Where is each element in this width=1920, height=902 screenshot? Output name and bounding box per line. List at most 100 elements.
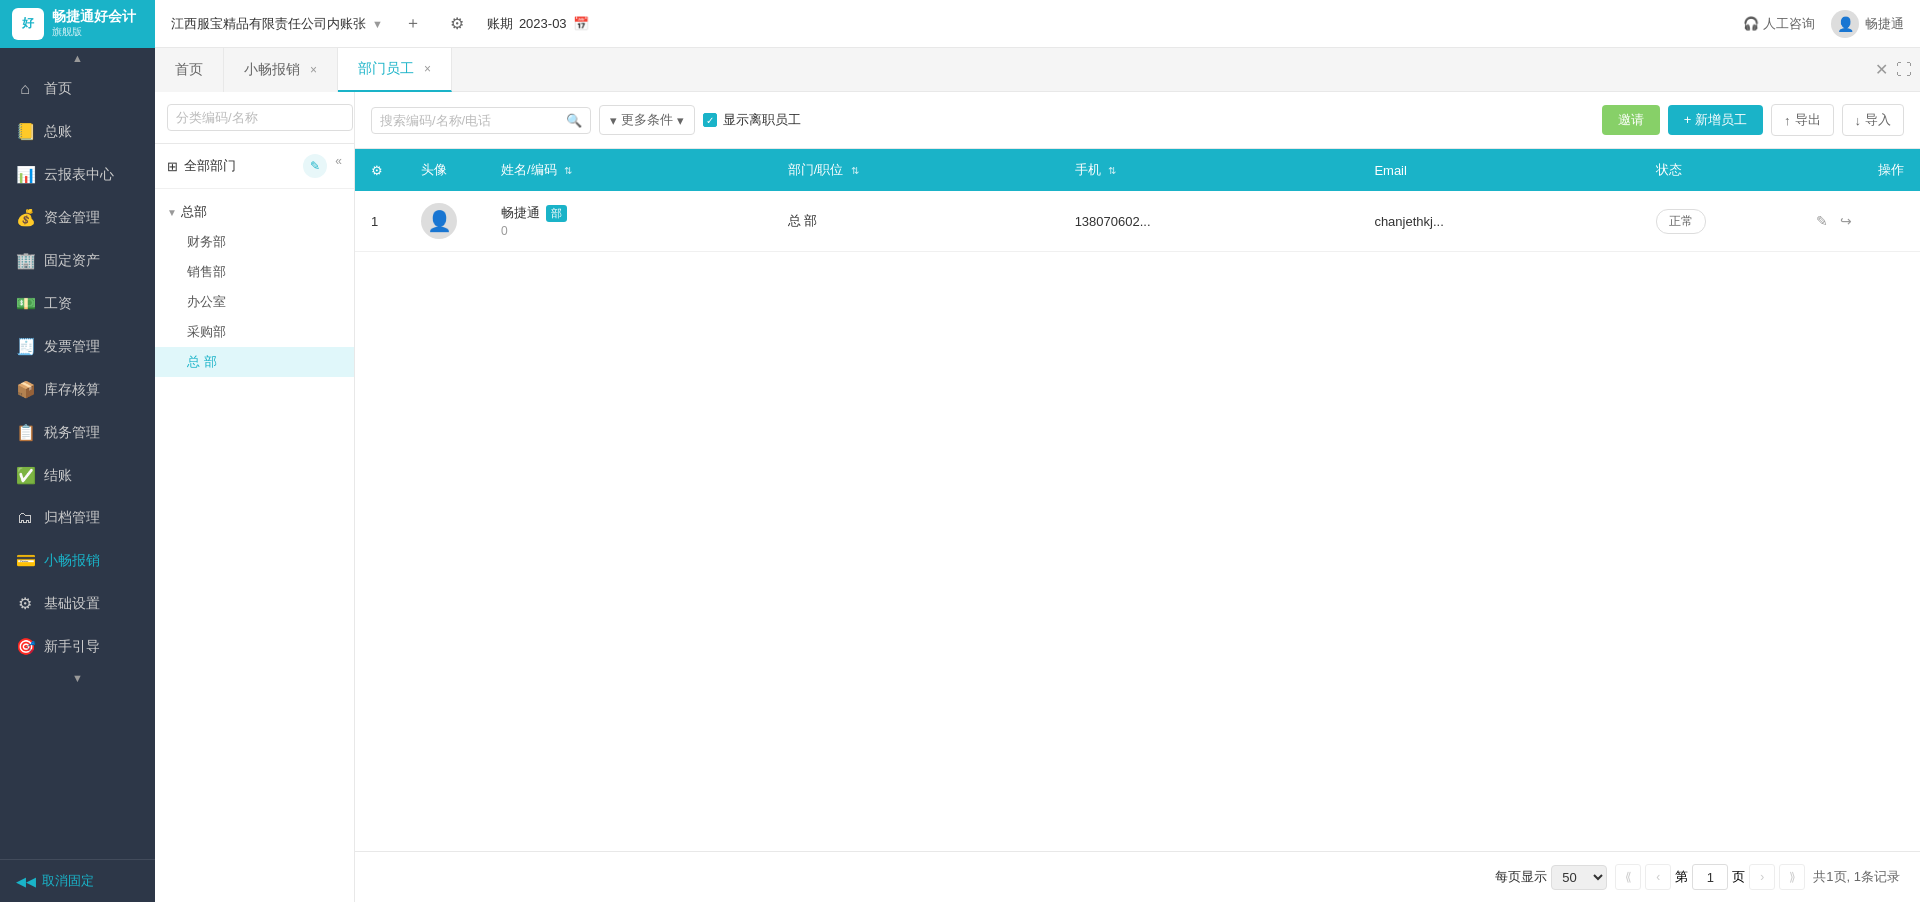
sidebar-item-expense[interactable]: 💳 小畅报销 <box>0 539 155 582</box>
page-nav: ⟪ ‹ 第 页 › ⟫ <box>1615 864 1805 890</box>
sidebar-scroll-down[interactable]: ▼ <box>0 668 155 688</box>
col-name[interactable]: 姓名/编码 ⇅ <box>485 149 772 191</box>
export-icon: ↑ <box>1784 113 1791 128</box>
tree-panel: 🔍 ⊞ 全部部门 ✎ « ▼ 总部 <box>155 92 355 902</box>
sidebar-item-invoice[interactable]: 🧾 发票管理 <box>0 325 155 368</box>
employee-table-container: ⚙ 头像 姓名/编码 ⇅ 部门/职位 ⇅ <box>355 149 1920 851</box>
cell-status: 正常 <box>1640 191 1800 252</box>
prev-page-button[interactable]: ‹ <box>1645 864 1671 890</box>
name-sort-icon: ⇅ <box>564 165 572 176</box>
per-page-select[interactable]: 50 100 200 <box>1551 865 1607 890</box>
employee-table: ⚙ 头像 姓名/编码 ⇅ 部门/职位 ⇅ <box>355 149 1920 252</box>
sidebar-label-guide: 新手引导 <box>44 638 100 656</box>
dept-caigou[interactable]: 采购部 <box>155 317 354 347</box>
next-page-button[interactable]: › <box>1749 864 1775 890</box>
cell-actions: ✎ ↪ <box>1800 191 1920 252</box>
dept-zongbu-active[interactable]: 总 部 <box>155 347 354 377</box>
filter-button[interactable]: ▾ 更多条件 ▾ <box>599 105 695 135</box>
top-header: 好 畅捷通好会计 旗舰版 江西服宝精品有限责任公司内账张 ▼ ＋ ⚙ 账期 20… <box>0 0 1920 48</box>
sidebar-item-reports[interactable]: 📊 云报表中心 <box>0 153 155 196</box>
header-period: 账期 2023-03 📅 <box>487 15 589 33</box>
cancel-pin-label: 取消固定 <box>42 872 94 890</box>
cell-phone: 138070602... <box>1059 191 1359 252</box>
last-page-button[interactable]: ⟫ <box>1779 864 1805 890</box>
sidebar-item-settle[interactable]: ✅ 结账 <box>0 454 155 497</box>
table-header-row: ⚙ 头像 姓名/编码 ⇅ 部门/职位 ⇅ <box>355 149 1920 191</box>
tree-arrow-icon: ▼ <box>167 207 177 218</box>
dept-caiwu[interactable]: 财务部 <box>155 227 354 257</box>
tab-departments[interactable]: 部门员工 × <box>338 48 452 92</box>
home-icon: ⌂ <box>16 80 34 98</box>
user-avatar-icon: 👤 <box>1831 10 1859 38</box>
tab-home-label: 首页 <box>175 61 203 79</box>
collapse-tree-button[interactable]: « <box>335 154 342 178</box>
service-button[interactable]: 🎧 人工咨询 <box>1743 15 1815 33</box>
sidebar-item-assets[interactable]: 🏢 固定资产 <box>0 239 155 282</box>
import-button[interactable]: ↓ 导入 <box>1842 104 1905 136</box>
sidebar-label-settle: 结账 <box>44 467 72 485</box>
invite-button[interactable]: 邀请 <box>1602 105 1660 135</box>
dept-zongbu-label: 总部 <box>181 203 207 221</box>
add-tab-button[interactable]: ＋ <box>399 10 427 38</box>
col-phone[interactable]: 手机 ⇅ <box>1059 149 1359 191</box>
employee-name: 畅捷通 <box>501 204 540 222</box>
col-dept[interactable]: 部门/职位 ⇅ <box>772 149 1059 191</box>
dept-bangong[interactable]: 办公室 <box>155 287 354 317</box>
show-resigned-checkbox[interactable]: ✓ <box>703 113 717 127</box>
sidebar-item-tax[interactable]: 📋 税务管理 <box>0 411 155 454</box>
add-employee-button[interactable]: + 新增员工 <box>1668 105 1763 135</box>
expand-tab-icon[interactable]: ⛶ <box>1896 61 1912 79</box>
user-area[interactable]: 👤 畅捷通 <box>1831 10 1904 38</box>
tab-expense[interactable]: 小畅报销 × <box>224 48 338 92</box>
sidebar: ▲ ⌂ 首页 📒 总账 📊 云报表中心 💰 资金管理 🏢 固定资产 💵 工资 🧾… <box>0 48 155 902</box>
name-badge: 畅捷通 部 <box>501 204 567 222</box>
edit-employee-icon[interactable]: ✎ <box>1816 213 1828 229</box>
logout-employee-icon[interactable]: ↪ <box>1840 213 1852 229</box>
sidebar-label-home: 首页 <box>44 80 72 98</box>
page-total: 共1页, 1条记录 <box>1813 868 1900 886</box>
header-company[interactable]: 江西服宝精品有限责任公司内账张 ▼ <box>171 15 383 33</box>
sidebar-item-guide[interactable]: 🎯 新手引导 <box>0 625 155 668</box>
tab-home[interactable]: 首页 <box>155 48 224 92</box>
settings-icon[interactable]: ⚙ <box>443 10 471 38</box>
user-name: 畅捷通 <box>1865 15 1904 33</box>
tab-departments-label: 部门员工 <box>358 60 414 78</box>
dept-xiaoshou[interactable]: 销售部 <box>155 257 354 287</box>
ledger-icon: 📒 <box>16 122 34 141</box>
sidebar-item-capital[interactable]: 💰 资金管理 <box>0 196 155 239</box>
tree-header-actions: ✎ « <box>303 154 342 178</box>
page-number-input[interactable] <box>1692 864 1728 890</box>
tab-expense-close-icon[interactable]: × <box>310 63 317 77</box>
employee-code: 0 <box>501 224 756 238</box>
calendar-icon[interactable]: 📅 <box>573 16 589 31</box>
tree-search-input[interactable] <box>167 104 353 131</box>
sidebar-item-ledger[interactable]: 📒 总账 <box>0 110 155 153</box>
first-page-button[interactable]: ⟪ <box>1615 864 1641 890</box>
add-dept-button[interactable]: ✎ <box>303 154 327 178</box>
cancel-pin-button[interactable]: ◀◀ 取消固定 <box>0 859 155 902</box>
sidebar-label-inventory: 库存核算 <box>44 381 100 399</box>
sidebar-item-inventory[interactable]: 📦 库存核算 <box>0 368 155 411</box>
assets-icon: 🏢 <box>16 251 34 270</box>
sidebar-item-salary[interactable]: 💵 工资 <box>0 282 155 325</box>
tab-departments-close-icon[interactable]: × <box>424 62 431 76</box>
tree-root-label: 全部部门 <box>184 157 236 175</box>
add-employee-label: + 新增员工 <box>1684 111 1747 129</box>
toolbar-search-icon[interactable]: 🔍 <box>566 113 582 128</box>
headset-icon: 🎧 <box>1743 16 1759 31</box>
sidebar-item-settings[interactable]: ⚙ 基础设置 <box>0 582 155 625</box>
import-icon: ↓ <box>1855 113 1862 128</box>
sidebar-item-home[interactable]: ⌂ 首页 <box>0 68 155 110</box>
sidebar-scroll-up[interactable]: ▲ <box>0 48 155 68</box>
show-resigned-toggle[interactable]: ✓ 显示离职员工 <box>703 111 801 129</box>
tree-group-header-zongbu[interactable]: ▼ 总部 <box>155 197 354 227</box>
tree-header: ⊞ 全部部门 ✎ « <box>155 144 354 189</box>
export-button[interactable]: ↑ 导出 <box>1771 104 1834 136</box>
invoice-icon: 🧾 <box>16 337 34 356</box>
tabs-right-actions: ✕ ⛶ <box>1875 60 1920 79</box>
employee-search-input[interactable] <box>380 113 560 128</box>
close-tab-icon[interactable]: ✕ <box>1875 60 1888 79</box>
header-right: 🎧 人工咨询 👤 畅捷通 <box>1743 10 1904 38</box>
sidebar-item-archive[interactable]: 🗂 归档管理 <box>0 497 155 539</box>
settings-col-icon[interactable]: ⚙ <box>371 163 383 178</box>
